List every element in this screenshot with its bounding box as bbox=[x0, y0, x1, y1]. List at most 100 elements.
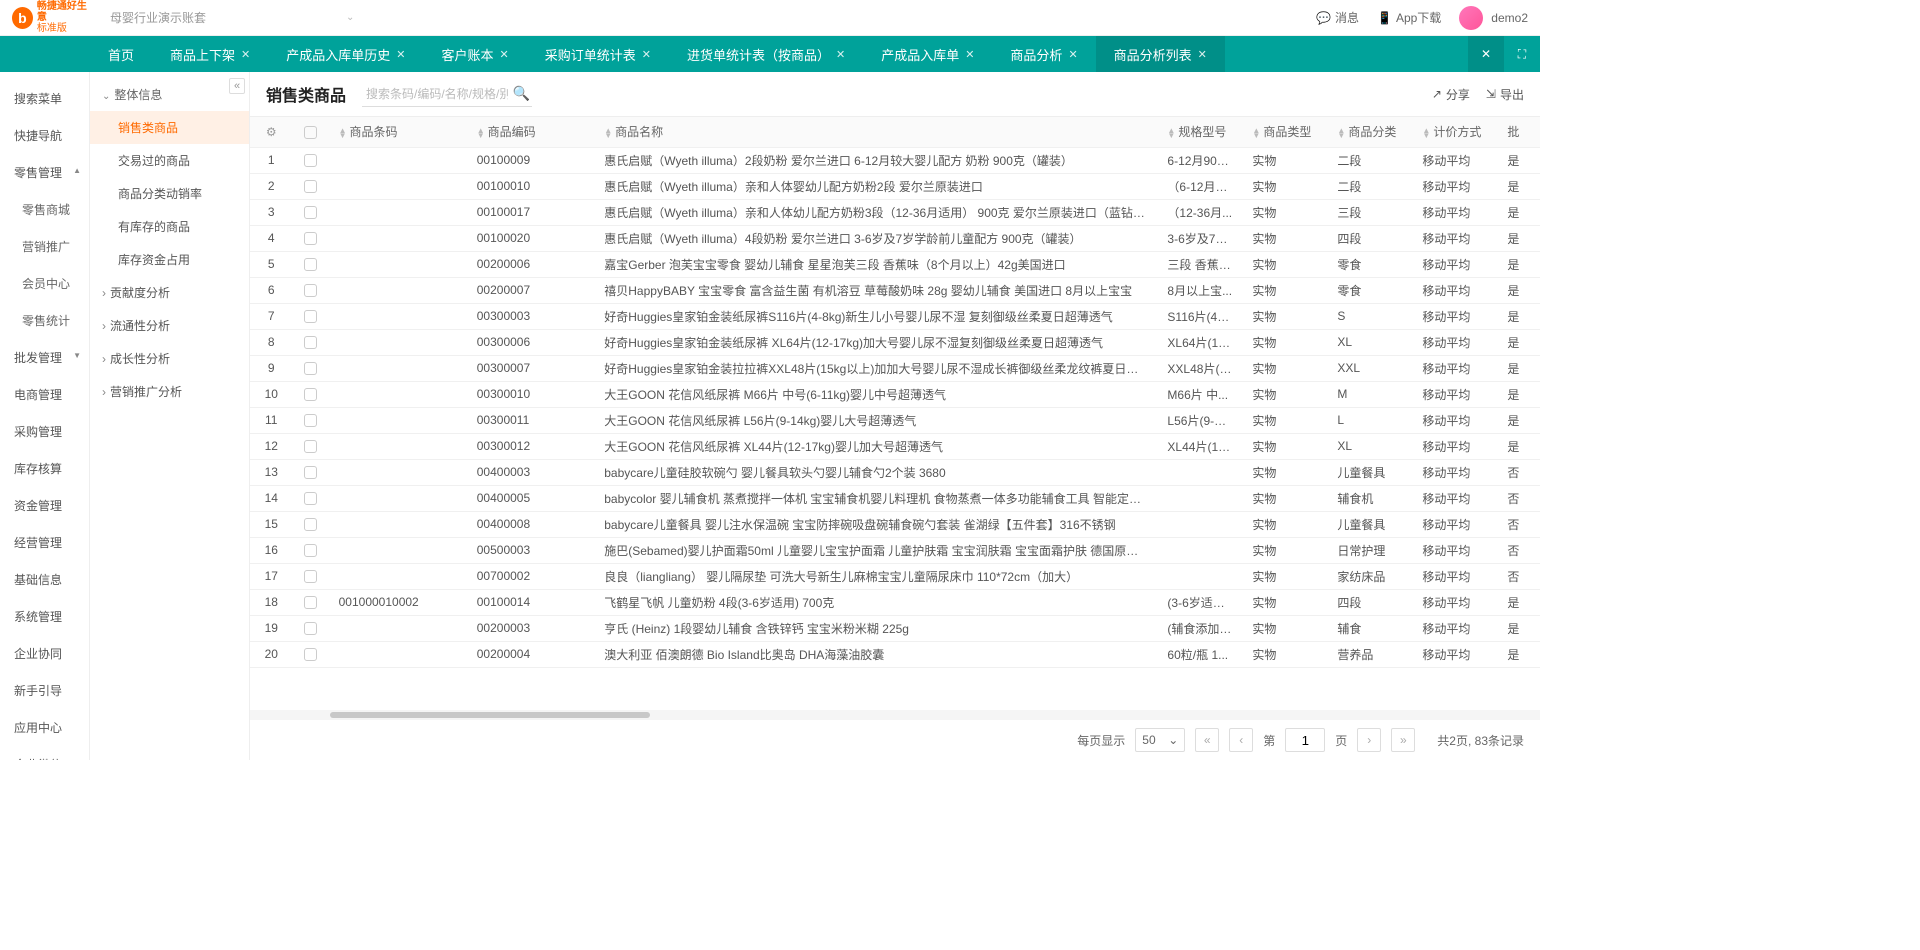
row-checkbox[interactable] bbox=[304, 284, 317, 297]
close-icon[interactable]: ✕ bbox=[241, 48, 250, 61]
panel-expand-0[interactable]: 贡献度分析 bbox=[90, 276, 249, 309]
sidenav-item-4[interactable]: 电商管理 bbox=[0, 376, 89, 413]
tab-1[interactable]: 商品上下架✕ bbox=[152, 36, 268, 72]
account-select[interactable]: 母婴行业演示账套 ⌄ bbox=[94, 9, 1316, 26]
row-checkbox[interactable] bbox=[304, 492, 317, 505]
tab-6[interactable]: 产成品入库单✕ bbox=[863, 36, 992, 72]
row-checkbox[interactable] bbox=[304, 440, 317, 453]
horizontal-scrollbar[interactable] bbox=[250, 710, 1540, 720]
close-icon[interactable]: ✕ bbox=[500, 48, 509, 61]
sidenav-item-11[interactable]: 企业协同 bbox=[0, 635, 89, 672]
col-spec[interactable]: ▲▼规格型号 bbox=[1157, 117, 1242, 147]
close-icon[interactable]: ✕ bbox=[642, 48, 651, 61]
panel-group-title[interactable]: 整体信息 bbox=[90, 82, 249, 111]
table-row[interactable]: 1900200003亨氏 (Heinz) 1段婴幼儿辅食 含铁锌钙 宝宝米粉米糊… bbox=[250, 615, 1540, 641]
panel-item-4[interactable]: 库存资金占用 bbox=[90, 243, 249, 276]
panel-expand-3[interactable]: 营销推广分析 bbox=[90, 375, 249, 408]
search-input[interactable] bbox=[362, 81, 532, 107]
page-input[interactable] bbox=[1285, 728, 1325, 752]
row-checkbox[interactable] bbox=[304, 232, 317, 245]
sidenav-item-0[interactable]: 搜索菜单 bbox=[0, 80, 89, 117]
last-page-button[interactable]: » bbox=[1391, 728, 1415, 752]
table-row[interactable]: 900300007好奇Huggies皇家铂金装拉拉裤XXL48片(15kg以上)… bbox=[250, 355, 1540, 381]
row-checkbox[interactable] bbox=[304, 544, 317, 557]
scrollbar-thumb[interactable] bbox=[330, 712, 650, 718]
panel-item-2[interactable]: 商品分类动销率 bbox=[90, 177, 249, 210]
messages-button[interactable]: 💬 消息 bbox=[1316, 9, 1359, 26]
select-all-column[interactable] bbox=[293, 117, 329, 147]
row-checkbox[interactable] bbox=[304, 258, 317, 271]
close-icon[interactable]: ✕ bbox=[965, 48, 974, 61]
per-page-select[interactable]: 50 ⌄ bbox=[1135, 728, 1185, 752]
row-checkbox[interactable] bbox=[304, 414, 317, 427]
panel-expand-1[interactable]: 流通性分析 bbox=[90, 309, 249, 342]
table-row[interactable]: 400100020惠氏启赋（Wyeth illuma）4段奶粉 爱尔兰进口 3-… bbox=[250, 225, 1540, 251]
row-checkbox[interactable] bbox=[304, 648, 317, 661]
app-download-button[interactable]: 📱 App下载 bbox=[1377, 9, 1441, 26]
fullscreen-toggle[interactable]: ⛶ bbox=[1504, 36, 1540, 72]
col-type[interactable]: ▲▼商品类型 bbox=[1242, 117, 1327, 147]
sidenav-subitem-2-2[interactable]: 会员中心 bbox=[0, 265, 89, 302]
col-code[interactable]: ▲▼商品编码 bbox=[467, 117, 595, 147]
close-icon[interactable]: ✕ bbox=[836, 48, 845, 61]
tab-0[interactable]: 首页 bbox=[90, 36, 152, 72]
table-row[interactable]: 1600500003施巴(Sebamed)婴儿护面霜50ml 儿童婴儿宝宝护面霜… bbox=[250, 537, 1540, 563]
table-row[interactable]: 1300400003babycare儿童硅胶软碗勺 婴儿餐具软头勺婴儿辅食勺2个… bbox=[250, 459, 1540, 485]
col-bulk[interactable]: 批 bbox=[1497, 117, 1540, 147]
table-row[interactable]: 100100009惠氏启赋（Wyeth illuma）2段奶粉 爱尔兰进口 6-… bbox=[250, 147, 1540, 173]
tab-3[interactable]: 客户账本✕ bbox=[423, 36, 526, 72]
table-row[interactable]: 600200007禧贝HappyBABY 宝宝零食 富含益生菌 有机溶豆 草莓酸… bbox=[250, 277, 1540, 303]
sidenav-item-3[interactable]: 批发管理▼ bbox=[0, 339, 89, 376]
close-icon[interactable]: ✕ bbox=[1068, 48, 1077, 61]
first-page-button[interactable]: « bbox=[1195, 728, 1219, 752]
sidenav-item-1[interactable]: 快捷导航 bbox=[0, 117, 89, 154]
select-all-checkbox[interactable] bbox=[304, 126, 317, 139]
table-row[interactable]: 1000300010大王GOON 花信风纸尿裤 M66片 中号(6-11kg)婴… bbox=[250, 381, 1540, 407]
tab-7[interactable]: 商品分析✕ bbox=[992, 36, 1095, 72]
row-checkbox[interactable] bbox=[304, 466, 317, 479]
close-all-tabs[interactable]: ✕ bbox=[1468, 36, 1504, 72]
tab-4[interactable]: 采购订单统计表✕ bbox=[527, 36, 669, 72]
panel-item-0[interactable]: 销售类商品 bbox=[90, 111, 249, 144]
share-button[interactable]: ↗ 分享 bbox=[1432, 86, 1470, 103]
tab-5[interactable]: 进货单统计表（按商品）✕ bbox=[669, 36, 863, 72]
row-checkbox[interactable] bbox=[304, 154, 317, 167]
row-checkbox[interactable] bbox=[304, 596, 317, 609]
col-barcode[interactable]: ▲▼商品条码 bbox=[329, 117, 467, 147]
row-checkbox[interactable] bbox=[304, 336, 317, 349]
next-page-button[interactable]: › bbox=[1357, 728, 1381, 752]
table-row[interactable]: 1500400008babycare儿童餐具 婴儿注水保温碗 宝宝防摔碗吸盘碗辅… bbox=[250, 511, 1540, 537]
export-button[interactable]: ⇲ 导出 bbox=[1486, 86, 1524, 103]
table-row[interactable]: 1800100001000200100014飞鹤星飞帆 儿童奶粉 4段(3-6岁… bbox=[250, 589, 1540, 615]
close-icon[interactable]: ✕ bbox=[1198, 48, 1207, 61]
sidenav-item-8[interactable]: 经营管理 bbox=[0, 524, 89, 561]
sidenav-item-9[interactable]: 基础信息 bbox=[0, 561, 89, 598]
table-row[interactable]: 800300006好奇Huggies皇家铂金装纸尿裤 XL64片(12-17kg… bbox=[250, 329, 1540, 355]
panel-item-3[interactable]: 有库存的商品 bbox=[90, 210, 249, 243]
panel-expand-2[interactable]: 成长性分析 bbox=[90, 342, 249, 375]
table-row[interactable]: 700300003好奇Huggies皇家铂金装纸尿裤S116片(4-8kg)新生… bbox=[250, 303, 1540, 329]
col-name[interactable]: ▲▼商品名称 bbox=[594, 117, 1157, 147]
row-checkbox[interactable] bbox=[304, 622, 317, 635]
sidenav-item-5[interactable]: 采购管理 bbox=[0, 413, 89, 450]
sidenav-item-6[interactable]: 库存核算 bbox=[0, 450, 89, 487]
tab-2[interactable]: 产成品入库单历史✕ bbox=[268, 36, 423, 72]
sidenav-item-10[interactable]: 系统管理 bbox=[0, 598, 89, 635]
tab-8[interactable]: 商品分析列表✕ bbox=[1096, 36, 1225, 72]
search-icon[interactable]: 🔍 bbox=[513, 85, 530, 102]
row-checkbox[interactable] bbox=[304, 518, 317, 531]
table-row[interactable]: 300100017惠氏启赋（Wyeth illuma）亲和人体幼儿配方奶粉3段（… bbox=[250, 199, 1540, 225]
prev-page-button[interactable]: ‹ bbox=[1229, 728, 1253, 752]
table-row[interactable]: 2000200004澳大利亚 佰澳朗德 Bio Island比奥岛 DHA海藻油… bbox=[250, 641, 1540, 667]
collapse-panel-icon[interactable]: « bbox=[229, 78, 245, 94]
sidenav-subitem-2-0[interactable]: 零售商城 bbox=[0, 191, 89, 228]
sidenav-subitem-2-1[interactable]: 营销推广 bbox=[0, 228, 89, 265]
col-price[interactable]: ▲▼计价方式 bbox=[1412, 117, 1497, 147]
row-checkbox[interactable] bbox=[304, 310, 317, 323]
sidenav-item-14[interactable]: 企业微信 bbox=[0, 746, 89, 760]
row-checkbox[interactable] bbox=[304, 388, 317, 401]
close-icon[interactable]: ✕ bbox=[396, 48, 405, 61]
row-checkbox[interactable] bbox=[304, 362, 317, 375]
col-cat[interactable]: ▲▼商品分类 bbox=[1327, 117, 1412, 147]
panel-item-1[interactable]: 交易过的商品 bbox=[90, 144, 249, 177]
